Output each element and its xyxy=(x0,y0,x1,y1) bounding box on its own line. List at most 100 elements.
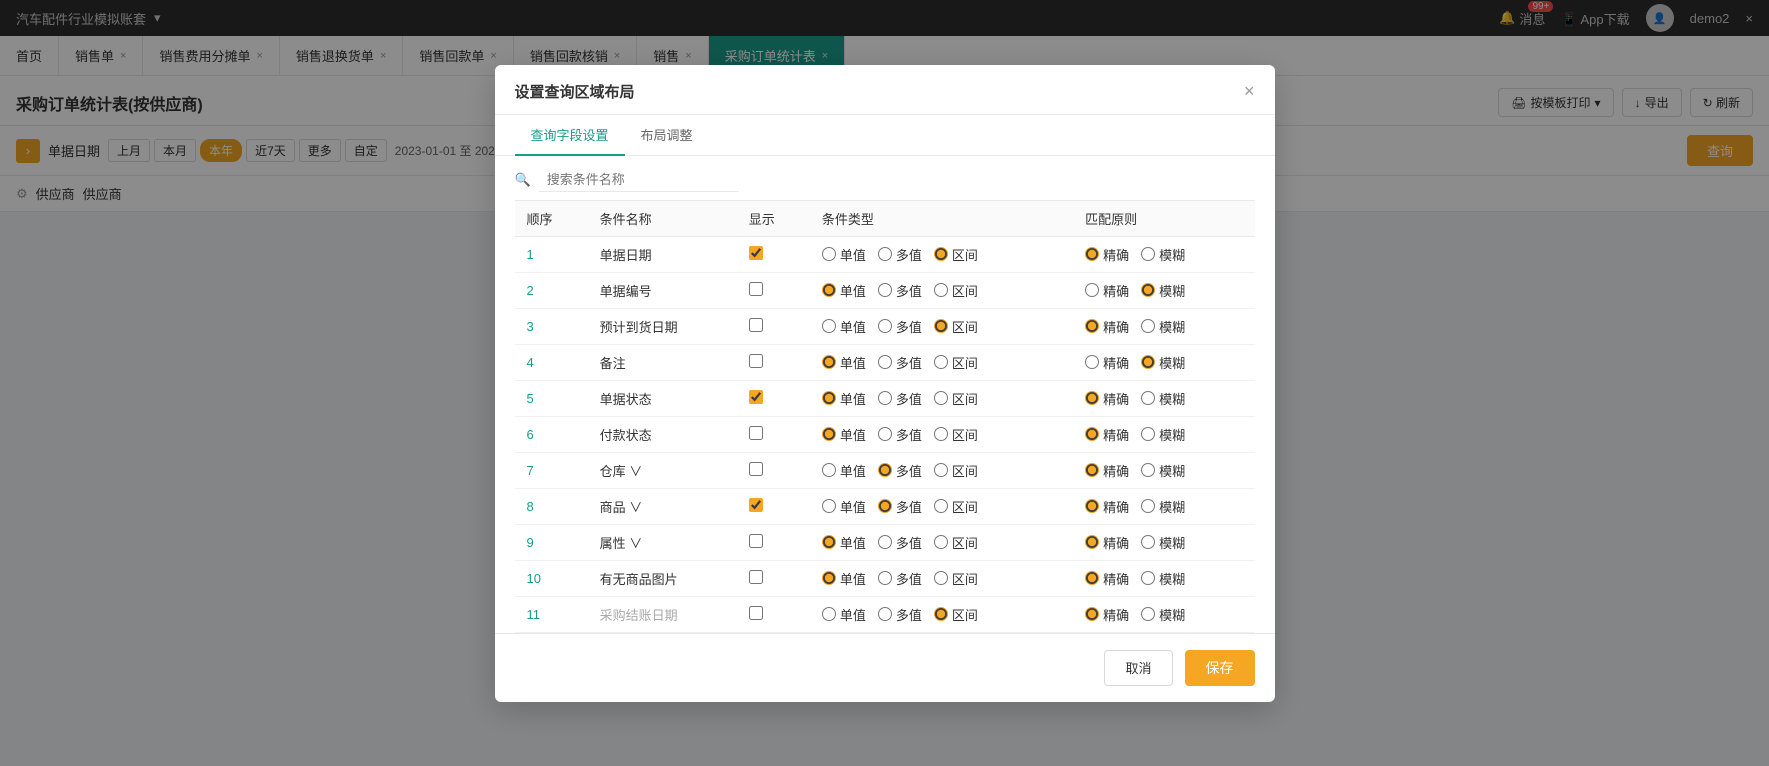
radio-type-单值-input[interactable] xyxy=(822,463,836,477)
radio-type-区间-input[interactable] xyxy=(934,355,948,369)
radio-match-模糊[interactable]: 模糊 xyxy=(1141,461,1185,480)
radio-type-区间[interactable]: 区间 xyxy=(934,317,978,336)
radio-type-多值-input[interactable] xyxy=(878,499,892,513)
radio-match-模糊[interactable]: 模糊 xyxy=(1141,425,1185,444)
radio-type-区间[interactable]: 区间 xyxy=(934,569,978,588)
radio-match-模糊-input[interactable] xyxy=(1141,355,1155,369)
radio-type-区间[interactable]: 区间 xyxy=(934,281,978,300)
row-display-checkbox[interactable] xyxy=(749,534,763,548)
radio-type-多值-input[interactable] xyxy=(878,571,892,585)
row-display-checkbox[interactable] xyxy=(749,426,763,440)
radio-type-区间[interactable]: 区间 xyxy=(934,605,978,624)
radio-match-精确-input[interactable] xyxy=(1085,391,1099,405)
radio-type-区间[interactable]: 区间 xyxy=(934,353,978,372)
row-display-checkbox[interactable] xyxy=(749,390,763,404)
row-display-checkbox[interactable] xyxy=(749,462,763,476)
row-display-checkbox[interactable] xyxy=(749,570,763,584)
row-display-checkbox[interactable] xyxy=(749,246,763,260)
radio-type-多值-input[interactable] xyxy=(878,427,892,441)
radio-match-精确[interactable]: 精确 xyxy=(1085,425,1129,444)
radio-match-精确-input[interactable] xyxy=(1085,427,1099,441)
modal-close-button[interactable]: × xyxy=(1244,82,1255,100)
radio-match-模糊-input[interactable] xyxy=(1141,427,1155,441)
radio-match-模糊-input[interactable] xyxy=(1141,283,1155,297)
radio-type-区间[interactable]: 区间 xyxy=(934,389,978,408)
radio-type-多值-input[interactable] xyxy=(878,355,892,369)
radio-type-单值-input[interactable] xyxy=(822,283,836,297)
radio-match-精确[interactable]: 精确 xyxy=(1085,245,1129,264)
radio-type-多值[interactable]: 多值 xyxy=(878,353,922,372)
radio-type-区间-input[interactable] xyxy=(934,391,948,405)
radio-type-单值-input[interactable] xyxy=(822,247,836,261)
radio-type-单值-input[interactable] xyxy=(822,607,836,621)
radio-match-精确[interactable]: 精确 xyxy=(1085,281,1129,300)
radio-match-精确-input[interactable] xyxy=(1085,283,1099,297)
radio-match-精确[interactable]: 精确 xyxy=(1085,533,1129,552)
radio-match-模糊[interactable]: 模糊 xyxy=(1141,281,1185,300)
radio-type-单值[interactable]: 单值 xyxy=(822,605,866,624)
radio-type-单值[interactable]: 单值 xyxy=(822,281,866,300)
row-display-checkbox[interactable] xyxy=(749,282,763,296)
radio-match-模糊[interactable]: 模糊 xyxy=(1141,497,1185,516)
radio-type-区间[interactable]: 区间 xyxy=(934,533,978,552)
radio-type-多值[interactable]: 多值 xyxy=(878,425,922,444)
radio-type-区间-input[interactable] xyxy=(934,463,948,477)
radio-type-多值-input[interactable] xyxy=(878,391,892,405)
radio-type-单值-input[interactable] xyxy=(822,535,836,549)
row-display-checkbox[interactable] xyxy=(749,354,763,368)
radio-type-单值-input[interactable] xyxy=(822,499,836,513)
radio-match-模糊[interactable]: 模糊 xyxy=(1141,605,1185,624)
radio-type-单值-input[interactable] xyxy=(822,355,836,369)
radio-type-区间-input[interactable] xyxy=(934,499,948,513)
radio-type-单值[interactable]: 单值 xyxy=(822,425,866,444)
radio-type-多值[interactable]: 多值 xyxy=(878,281,922,300)
radio-match-精确[interactable]: 精确 xyxy=(1085,497,1129,516)
radio-type-多值[interactable]: 多值 xyxy=(878,569,922,588)
radio-match-精确[interactable]: 精确 xyxy=(1085,317,1129,336)
radio-type-多值[interactable]: 多值 xyxy=(878,245,922,264)
radio-type-单值-input[interactable] xyxy=(822,391,836,405)
save-button[interactable]: 保存 xyxy=(1185,650,1255,686)
radio-match-精确-input[interactable] xyxy=(1085,247,1099,261)
radio-type-区间-input[interactable] xyxy=(934,283,948,297)
radio-type-多值-input[interactable] xyxy=(878,247,892,261)
radio-type-多值[interactable]: 多值 xyxy=(878,605,922,624)
radio-type-区间-input[interactable] xyxy=(934,319,948,333)
radio-match-模糊-input[interactable] xyxy=(1141,247,1155,261)
radio-match-精确-input[interactable] xyxy=(1085,607,1099,621)
radio-type-多值-input[interactable] xyxy=(878,607,892,621)
radio-match-模糊-input[interactable] xyxy=(1141,607,1155,621)
radio-type-多值[interactable]: 多值 xyxy=(878,389,922,408)
row-display-checkbox[interactable] xyxy=(749,498,763,512)
radio-match-精确[interactable]: 精确 xyxy=(1085,461,1129,480)
radio-match-精确-input[interactable] xyxy=(1085,535,1099,549)
radio-type-单值-input[interactable] xyxy=(822,571,836,585)
radio-type-区间-input[interactable] xyxy=(934,571,948,585)
radio-type-多值[interactable]: 多值 xyxy=(878,461,922,480)
radio-type-多值[interactable]: 多值 xyxy=(878,497,922,516)
row-display-checkbox[interactable] xyxy=(749,318,763,332)
radio-type-区间[interactable]: 区间 xyxy=(934,497,978,516)
radio-type-单值[interactable]: 单值 xyxy=(822,317,866,336)
radio-type-单值[interactable]: 单值 xyxy=(822,569,866,588)
radio-type-区间-input[interactable] xyxy=(934,607,948,621)
radio-match-精确-input[interactable] xyxy=(1085,499,1099,513)
radio-type-单值[interactable]: 单值 xyxy=(822,389,866,408)
radio-match-精确[interactable]: 精确 xyxy=(1085,569,1129,588)
radio-match-模糊-input[interactable] xyxy=(1141,391,1155,405)
radio-match-模糊[interactable]: 模糊 xyxy=(1141,317,1185,336)
radio-match-精确[interactable]: 精确 xyxy=(1085,353,1129,372)
radio-type-区间-input[interactable] xyxy=(934,247,948,261)
radio-match-模糊-input[interactable] xyxy=(1141,571,1155,585)
radio-type-单值-input[interactable] xyxy=(822,319,836,333)
radio-type-区间[interactable]: 区间 xyxy=(934,245,978,264)
row-display-checkbox[interactable] xyxy=(749,606,763,620)
radio-match-精确[interactable]: 精确 xyxy=(1085,605,1129,624)
radio-type-单值[interactable]: 单值 xyxy=(822,533,866,552)
radio-type-区间-input[interactable] xyxy=(934,535,948,549)
radio-match-精确-input[interactable] xyxy=(1085,571,1099,585)
modal-search-input[interactable] xyxy=(539,168,739,192)
radio-type-单值[interactable]: 单值 xyxy=(822,461,866,480)
radio-match-模糊-input[interactable] xyxy=(1141,499,1155,513)
radio-match-模糊-input[interactable] xyxy=(1141,463,1155,477)
